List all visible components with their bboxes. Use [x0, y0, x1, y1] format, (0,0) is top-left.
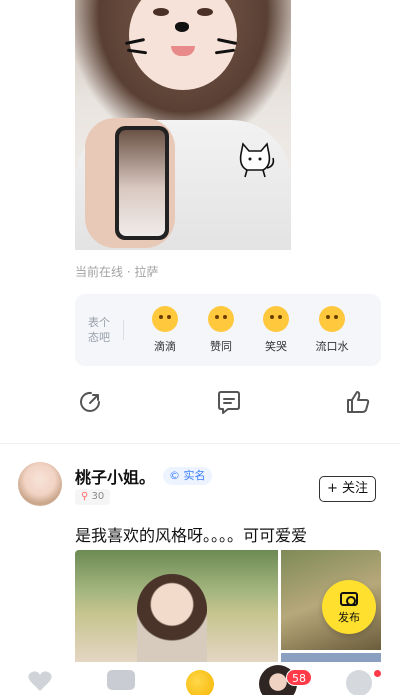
share-icon[interactable] [77, 388, 105, 416]
verified-label: 实名 [183, 469, 206, 482]
reaction-drool[interactable]: 流口水 [304, 306, 360, 354]
video-icon[interactable] [107, 670, 135, 690]
reaction-label: 笑哭 [265, 340, 287, 353]
verified-icon: © [169, 469, 180, 482]
profile-icon[interactable] [346, 670, 372, 695]
heart-eyes-face-icon [319, 306, 345, 332]
heart-icon[interactable] [27, 670, 53, 692]
mood-prompt: 表个态吧 [88, 316, 110, 344]
verified-badge: © 实名 [163, 467, 212, 485]
reaction-agree[interactable]: 赞同 [193, 306, 249, 354]
cat-doodle-icon [239, 142, 275, 178]
thumbs-up-face-icon [208, 306, 234, 332]
reaction-label: 赞同 [210, 340, 232, 353]
bottom-tab-bar [0, 662, 400, 695]
post-image-1[interactable] [75, 550, 278, 665]
heat-badge: ⚲ 30 [75, 489, 111, 505]
online-location: 当前在线 · 拉萨 [75, 265, 159, 279]
avatar[interactable] [18, 462, 62, 506]
follow-button[interactable]: + 关注 [319, 476, 376, 502]
post-text: 是我喜欢的风格呀。。。。可可爱爱 [75, 526, 308, 545]
dizzy-face-icon [152, 306, 178, 332]
post-photo[interactable] [75, 0, 291, 250]
feed-page: 当前在线 · 拉萨 表个态吧 滴滴 赞同 笑哭 流口水 桃子小姐。 © 实名 ⚲… [0, 0, 400, 695]
mood-panel: 表个态吧 滴滴 赞同 笑哭 流口水 [75, 294, 381, 366]
planet-icon[interactable] [186, 670, 214, 695]
notification-dot [374, 670, 381, 677]
like-icon[interactable] [344, 388, 372, 416]
publish-label: 发布 [338, 611, 360, 624]
publish-button[interactable]: 发布 [322, 580, 376, 634]
reaction-dizzy[interactable]: 滴滴 [137, 306, 193, 354]
heat-count: 30 [91, 491, 105, 502]
mood-divider [123, 320, 124, 340]
post-separator [0, 443, 400, 444]
reaction-label: 流口水 [315, 340, 349, 353]
camera-icon [340, 592, 358, 606]
search-heat-icon: ⚲ [81, 491, 89, 502]
reaction-label: 滴滴 [154, 340, 176, 353]
laughing-face-icon [263, 306, 289, 332]
message-badge: 58 [286, 669, 312, 686]
photo-phone [115, 126, 169, 240]
reaction-laugh-cry[interactable]: 笑哭 [248, 306, 304, 354]
username[interactable]: 桃子小姐。 [75, 464, 155, 488]
comment-icon[interactable] [215, 388, 243, 416]
